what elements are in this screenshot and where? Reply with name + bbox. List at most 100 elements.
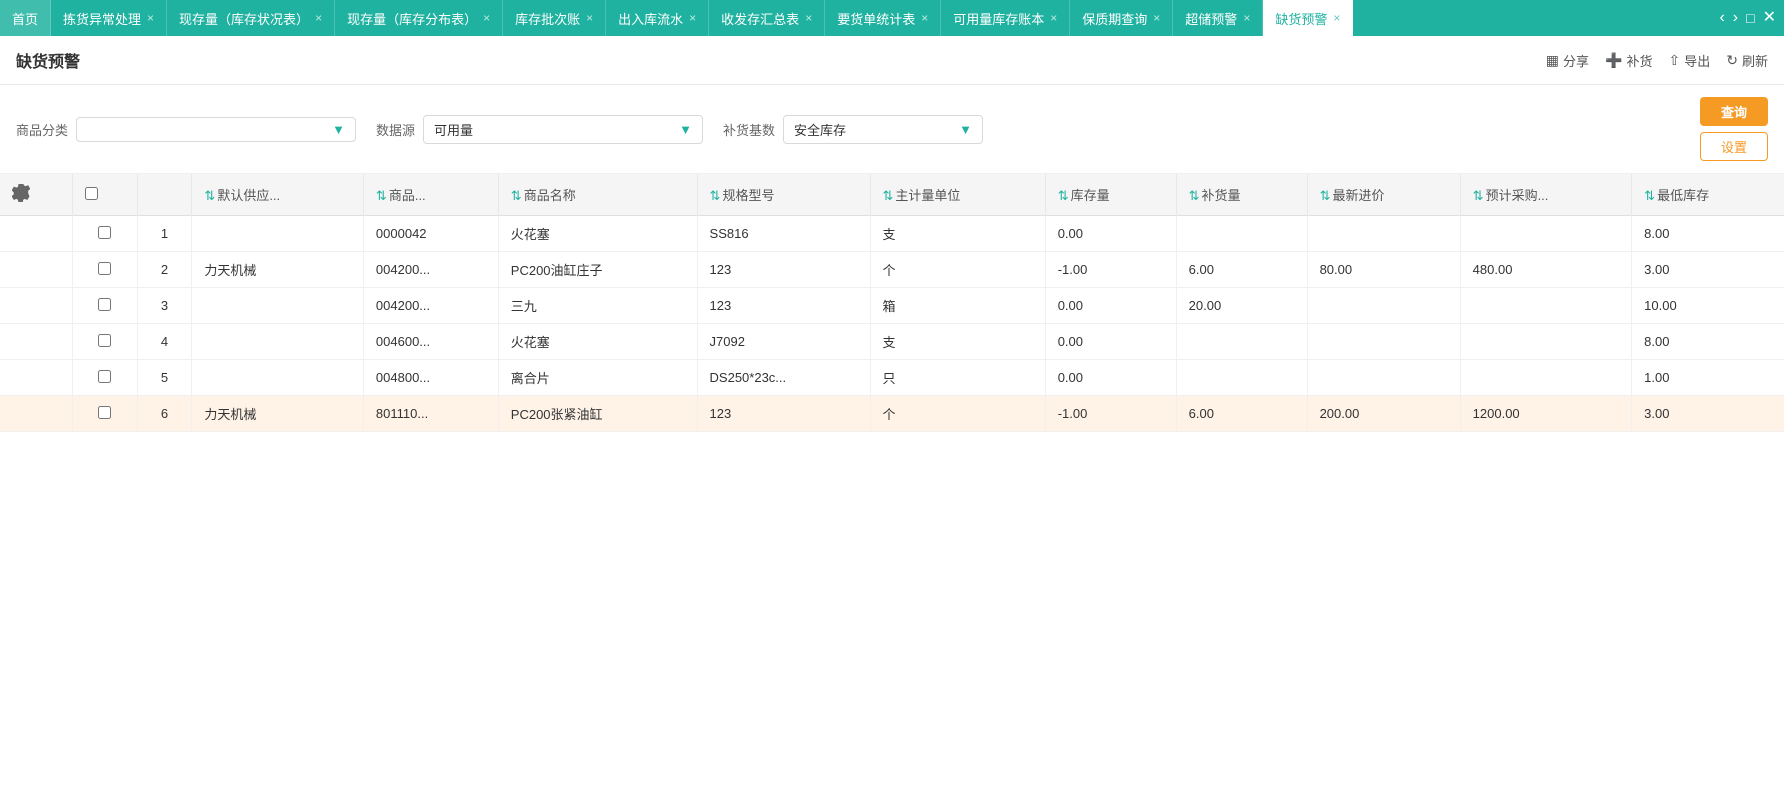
- tab-collect-summary[interactable]: 收发存汇总表 ×: [709, 0, 825, 36]
- select-all-checkbox[interactable]: [85, 187, 98, 200]
- sort-icon-unit: ⇅: [883, 188, 894, 203]
- tab-restore-button[interactable]: □: [1742, 0, 1758, 36]
- gear-icon[interactable]: [12, 184, 30, 202]
- tab-label-inventory-status: 现存量（库存状况表）: [179, 9, 309, 28]
- refresh-icon: ↻: [1726, 52, 1738, 69]
- tab-nav-buttons: ‹ › □ ✕: [1711, 0, 1784, 36]
- col-header-product_name[interactable]: ⇅商品名称: [498, 174, 697, 216]
- tab-close-batch-account[interactable]: ×: [586, 11, 593, 25]
- row-estimated_purchase: 1200.00: [1460, 396, 1632, 432]
- row-product_name: PC200张紧油缸: [498, 396, 697, 432]
- tab-prev-button[interactable]: ‹: [1715, 0, 1728, 36]
- col-header-stock[interactable]: ⇅库存量: [1045, 174, 1176, 216]
- row-checkbox[interactable]: [98, 262, 111, 275]
- table-row: 4004600...火花塞J7092支0.008.00: [0, 324, 1784, 360]
- tab-close-collect-summary[interactable]: ×: [805, 11, 812, 25]
- tab-close-abnormal[interactable]: ×: [147, 11, 154, 25]
- tab-expiry-query[interactable]: 保质期查询 ×: [1070, 0, 1173, 36]
- sort-icon-product_name: ⇅: [511, 188, 522, 203]
- tab-inventory-status[interactable]: 现存量（库存状况表） ×: [167, 0, 335, 36]
- row-checkbox[interactable]: [98, 334, 111, 347]
- tab-inventory-dist[interactable]: 现存量（库存分布表） ×: [335, 0, 503, 36]
- tab-close-inventory-status[interactable]: ×: [315, 11, 322, 25]
- sort-icon-estimated_purchase: ⇅: [1473, 188, 1484, 203]
- datasource-select[interactable]: 可用量 ▼: [423, 115, 703, 144]
- col-header-estimated_purchase[interactable]: ⇅预计采购...: [1460, 174, 1632, 216]
- tab-close-expiry-query[interactable]: ×: [1153, 11, 1160, 25]
- tab-label-abnormal: 拣货异常处理: [63, 9, 141, 28]
- replenish-action[interactable]: ➕ 补货: [1605, 51, 1652, 70]
- tab-close-button[interactable]: ✕: [1759, 0, 1780, 36]
- tab-label-inout-flow: 出入库流水: [618, 9, 683, 28]
- col-header-min_stock[interactable]: ⇅最低库存: [1632, 174, 1784, 216]
- row-settings-cell: [0, 396, 72, 432]
- export-icon: ⇧: [1669, 52, 1681, 69]
- row-min_stock: 8.00: [1632, 324, 1784, 360]
- row-checkbox[interactable]: [98, 406, 111, 419]
- tab-order-stat[interactable]: 要货单统计表 ×: [825, 0, 941, 36]
- row-settings-cell: [0, 288, 72, 324]
- category-select[interactable]: ▼: [76, 117, 356, 142]
- row-num: 1: [137, 216, 192, 252]
- sort-icon-min_stock: ⇅: [1644, 188, 1655, 203]
- row-estimated_purchase: [1460, 360, 1632, 396]
- col-header-product_code[interactable]: ⇅商品...: [363, 174, 498, 216]
- row-estimated_purchase: [1460, 216, 1632, 252]
- replenish-select[interactable]: 安全库存 ▼: [783, 115, 983, 144]
- tab-close-inout-flow[interactable]: ×: [689, 11, 696, 25]
- col-header-spec[interactable]: ⇅规格型号: [697, 174, 870, 216]
- row-stock: 0.00: [1045, 360, 1176, 396]
- row-checkbox[interactable]: [98, 298, 111, 311]
- col-header-latest_price[interactable]: ⇅最新进价: [1307, 174, 1460, 216]
- sort-icon-stock: ⇅: [1058, 188, 1069, 203]
- col-header-checkbox: [72, 174, 137, 216]
- row-num: 6: [137, 396, 192, 432]
- row-replenish_qty: 6.00: [1176, 396, 1307, 432]
- row-supplier: [192, 288, 364, 324]
- col-header-settings: [0, 174, 72, 216]
- row-supplier: [192, 216, 364, 252]
- query-button[interactable]: 查询: [1700, 97, 1768, 126]
- row-product_code: 004200...: [363, 288, 498, 324]
- share-action[interactable]: ▦ 分享: [1546, 51, 1589, 70]
- row-checkbox[interactable]: [98, 226, 111, 239]
- tab-close-shortage[interactable]: ×: [1333, 11, 1340, 25]
- row-checkbox-cell: [72, 288, 137, 324]
- sort-icon-replenish_qty: ⇅: [1189, 188, 1200, 203]
- row-unit: 只: [870, 360, 1045, 396]
- table-row: 6力天机械801110...PC200张紧油缸123个-1.006.00200.…: [0, 396, 1784, 432]
- row-min_stock: 1.00: [1632, 360, 1784, 396]
- tab-close-order-stat[interactable]: ×: [921, 11, 928, 25]
- tab-close-inventory-dist[interactable]: ×: [483, 11, 490, 25]
- row-checkbox[interactable]: [98, 370, 111, 383]
- replenish-value: 安全库存: [794, 120, 846, 139]
- row-unit: 个: [870, 396, 1045, 432]
- tab-shortage[interactable]: 缺货预警 ×: [1263, 0, 1353, 36]
- col-header-supplier[interactable]: ⇅默认供应...: [192, 174, 364, 216]
- tab-abnormal[interactable]: 拣货异常处理 ×: [51, 0, 167, 36]
- export-action[interactable]: ⇧ 导出: [1669, 51, 1711, 70]
- tab-available-ledger[interactable]: 可用量库存账本 ×: [941, 0, 1070, 36]
- tab-overstock[interactable]: 超储预警 ×: [1173, 0, 1263, 36]
- col-header-num: [137, 174, 192, 216]
- col-header-unit[interactable]: ⇅主计量单位: [870, 174, 1045, 216]
- row-checkbox-cell: [72, 216, 137, 252]
- sort-icon-supplier: ⇅: [204, 188, 215, 203]
- row-unit: 支: [870, 324, 1045, 360]
- table-row: 10000042火花塞SS816支0.008.00: [0, 216, 1784, 252]
- row-checkbox-cell: [72, 360, 137, 396]
- row-replenish_qty: 6.00: [1176, 252, 1307, 288]
- datasource-filter-group: 数据源 可用量 ▼: [376, 115, 703, 144]
- tab-next-button[interactable]: ›: [1729, 0, 1742, 36]
- row-num: 3: [137, 288, 192, 324]
- tab-batch-account[interactable]: 库存批次账 ×: [503, 0, 606, 36]
- refresh-action[interactable]: ↻ 刷新: [1726, 51, 1768, 70]
- replenish-dropdown-arrow: ▼: [959, 122, 972, 137]
- col-header-replenish_qty[interactable]: ⇅补货量: [1176, 174, 1307, 216]
- row-min_stock: 3.00: [1632, 252, 1784, 288]
- tab-inout-flow[interactable]: 出入库流水 ×: [606, 0, 709, 36]
- tab-home[interactable]: 首页: [0, 0, 51, 36]
- settings-button[interactable]: 设置: [1700, 132, 1768, 161]
- tab-close-available-ledger[interactable]: ×: [1050, 11, 1057, 25]
- tab-close-overstock[interactable]: ×: [1243, 11, 1250, 25]
